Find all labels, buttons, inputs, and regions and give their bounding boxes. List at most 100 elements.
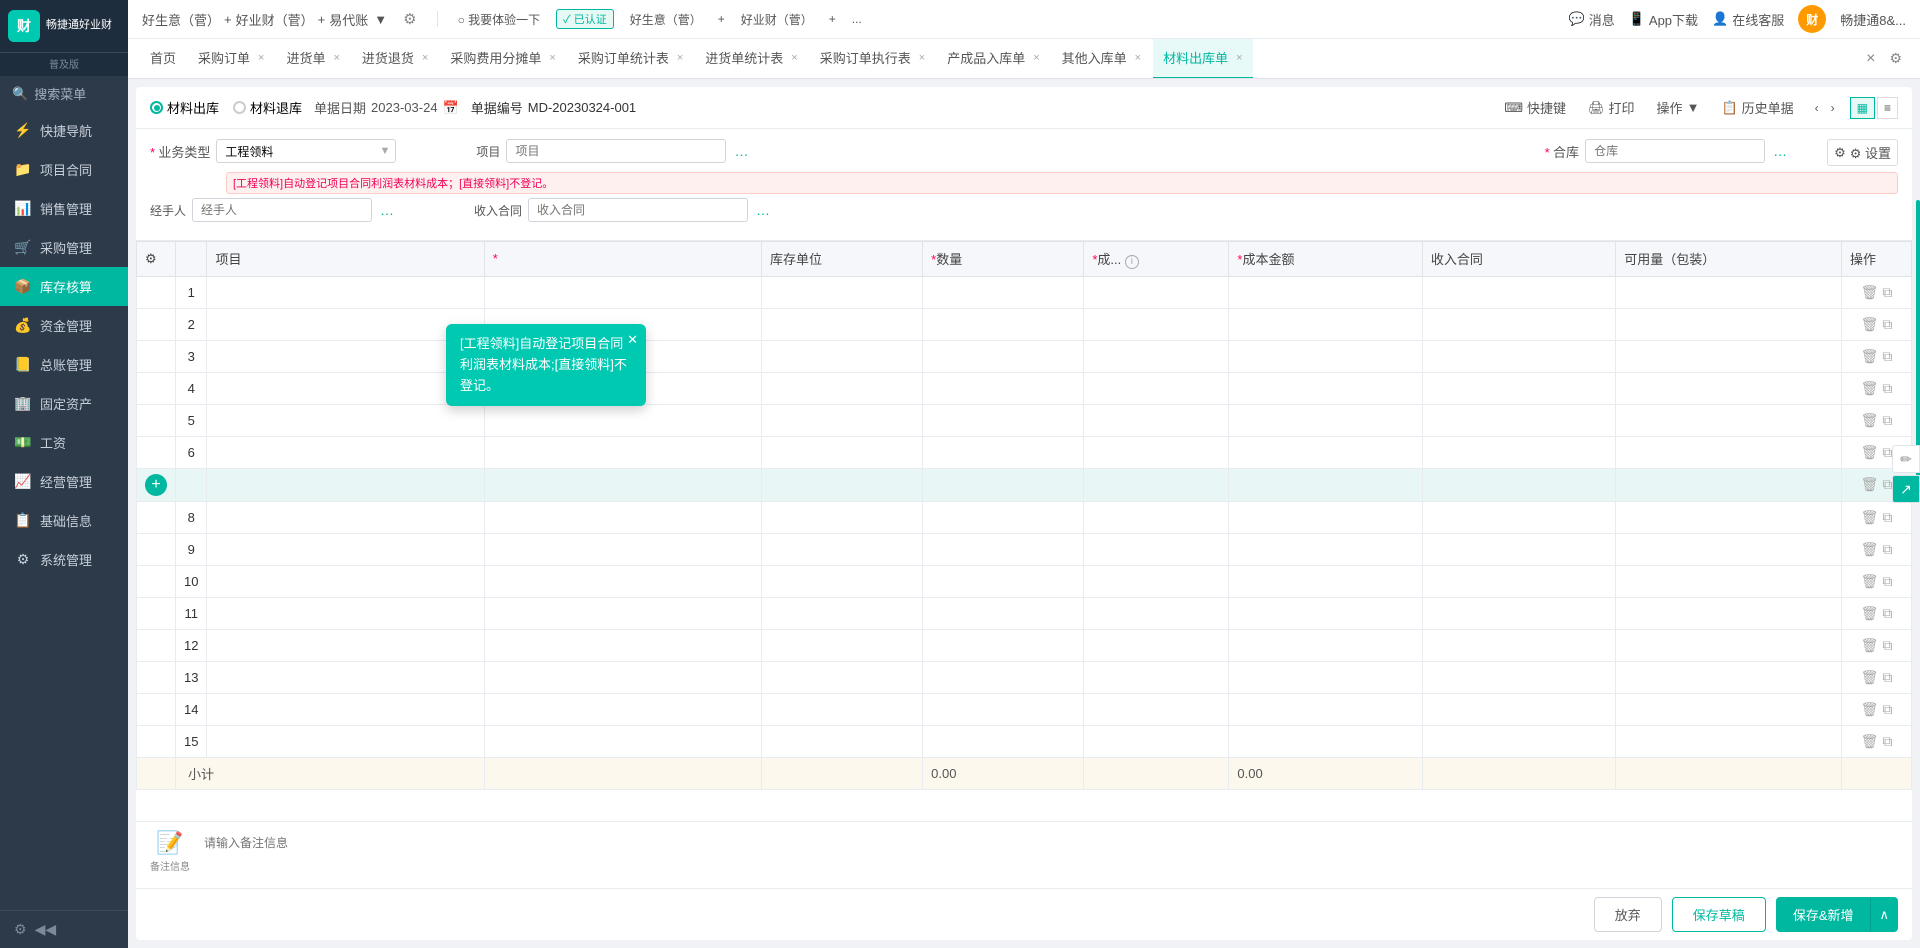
tab-close[interactable]: × <box>677 52 683 64</box>
view-table-btn[interactable]: ▦ <box>1850 97 1875 119</box>
sidebar-item-base-info[interactable]: 📋 基础信息 <box>0 501 128 540</box>
delete-row-btn[interactable]: 🗑 <box>1859 635 1881 656</box>
delete-row-btn[interactable]: 🗑 <box>1859 507 1881 528</box>
close-all-tabs[interactable]: × <box>1860 50 1881 68</box>
warehouse-input[interactable] <box>1585 139 1765 163</box>
tab-close[interactable]: × <box>549 52 555 64</box>
settings-bottom-icon[interactable]: ⚙ <box>14 921 27 938</box>
delete-row-btn[interactable]: 🗑 <box>1859 667 1881 688</box>
delete-row-btn[interactable]: 🗑 <box>1859 346 1881 367</box>
nav-haoyecai[interactable]: 好业财（菅） <box>236 10 314 29</box>
tab-close[interactable]: × <box>422 52 428 64</box>
sidebar-item-sales[interactable]: 📊 销售管理 <box>0 189 128 228</box>
tab-purchase-exec[interactable]: 采购订单执行表× <box>810 39 935 79</box>
tab-purchase-order[interactable]: 采购订单× <box>188 39 274 79</box>
sidebar-item-inventory[interactable]: 📦 库存核算 <box>0 267 128 306</box>
nav-haoshengyi2[interactable]: 好生意（菅） <box>630 11 702 28</box>
sidebar-item-quick-nav[interactable]: ⚡ 快捷导航 <box>0 111 128 150</box>
sidebar-item-system[interactable]: ⚙ 系统管理 <box>0 540 128 579</box>
delete-row-btn[interactable]: 🗑 <box>1859 571 1881 592</box>
delete-row-btn[interactable]: 🗑 <box>1859 442 1881 463</box>
warehouse-dots-icon[interactable]: … <box>1773 143 1787 159</box>
discard-btn[interactable]: 放弃 <box>1594 897 1662 932</box>
copy-row-btn[interactable]: ⧉ <box>1880 410 1894 431</box>
delete-row-btn[interactable]: 🗑 <box>1859 699 1881 720</box>
right-float-edit-btn[interactable]: ✏ <box>1892 445 1920 473</box>
next-btn[interactable]: › <box>1826 98 1840 118</box>
tab-purchase-expense[interactable]: 采购费用分摊单× <box>440 39 565 79</box>
save-new-btn[interactable]: 保存&新增 <box>1776 897 1871 932</box>
radio-material-out[interactable]: 材料出库 <box>150 98 219 117</box>
copy-row-btn[interactable]: ⧉ <box>1880 731 1894 752</box>
row7-project-input[interactable] <box>215 478 475 492</box>
delete-row-btn[interactable]: 🗑 <box>1859 410 1881 431</box>
tab-close[interactable]: × <box>333 52 339 64</box>
tooltip-close-btn[interactable]: ✕ <box>627 330 638 351</box>
radio-material-return[interactable]: 材料退库 <box>233 98 302 117</box>
business-type-input[interactable] <box>216 139 396 163</box>
sidebar-search[interactable]: 🔍 搜索菜单 <box>0 76 128 111</box>
sidebar-item-operations[interactable]: 📈 经营管理 <box>0 462 128 501</box>
tab-settings-icon[interactable]: ⚙ <box>1883 50 1908 67</box>
copy-row-btn[interactable]: ⧉ <box>1880 314 1894 335</box>
sidebar-item-assets[interactable]: 🏢 固定资产 <box>0 384 128 423</box>
copy-row-btn[interactable]: ⧉ <box>1880 539 1894 560</box>
tab-close[interactable]: × <box>258 52 264 64</box>
calendar-icon[interactable]: 📅 <box>443 100 459 116</box>
delete-row-btn[interactable]: 🗑 <box>1859 539 1881 560</box>
tab-close[interactable]: × <box>919 52 925 64</box>
online-service-btn[interactable]: 👤 在线客服 <box>1712 10 1784 29</box>
row7-material-input[interactable] <box>493 478 753 492</box>
tab-in-stat[interactable]: 进货单统计表× <box>695 39 807 79</box>
project-dots-icon[interactable]: … <box>734 143 748 159</box>
nav-haoyecai2[interactable]: 好业财（菅） <box>741 11 813 28</box>
copy-row-btn[interactable]: ⧉ <box>1880 699 1894 720</box>
income-contract-input[interactable] <box>528 198 748 222</box>
copy-row-btn[interactable]: ⧉ <box>1880 667 1894 688</box>
settings-nav-icon[interactable]: ⚙ <box>403 10 416 28</box>
tab-purchase-stat[interactable]: 采购订单统计表× <box>568 39 693 79</box>
cost-info-icon[interactable]: i <box>1125 255 1139 269</box>
tab-material-out[interactable]: 材料出库单 × <box>1153 39 1252 79</box>
copy-row-btn[interactable]: ⧉ <box>1880 346 1894 367</box>
delete-row-btn[interactable]: 🗑 <box>1859 378 1881 399</box>
history-btn[interactable]: 📋 历史单据 <box>1715 95 1799 120</box>
income-contract-dots-icon[interactable]: … <box>756 202 770 218</box>
sidebar-item-project[interactable]: 📁 项目合同 <box>0 150 128 189</box>
nav-more[interactable]: ... <box>852 12 862 26</box>
add-row-btn[interactable]: + <box>145 474 167 496</box>
tab-product-in[interactable]: 产成品入库单× <box>937 39 1049 79</box>
project-input[interactable] <box>506 139 726 163</box>
sidebar-item-ledger[interactable]: 📒 总账管理 <box>0 345 128 384</box>
nav-yidaizhang[interactable]: 易代账 <box>329 10 368 29</box>
delete-row-btn[interactable]: 🗑 <box>1859 474 1881 495</box>
copy-row-btn[interactable]: ⧉ <box>1880 378 1894 399</box>
tab-close[interactable]: × <box>1033 52 1039 64</box>
tab-close[interactable]: × <box>791 52 797 64</box>
view-list-btn[interactable]: ≡ <box>1877 97 1898 119</box>
table-area[interactable]: ⚙ 项目 * 库存单位 *数量 *成... i *成本金额 收入合同 <box>136 241 1912 821</box>
nav-haoshengyi[interactable]: 好生意（菅） <box>142 10 220 29</box>
copy-row-btn[interactable]: ⧉ <box>1880 507 1894 528</box>
ops-btn[interactable]: 操作 ▼ <box>1651 95 1706 120</box>
delete-row-btn[interactable]: 🗑 <box>1859 731 1881 752</box>
copy-row-btn[interactable]: ⧉ <box>1880 635 1894 656</box>
tab-other-in[interactable]: 其他入库单× <box>1052 39 1151 79</box>
tab-material-out-close[interactable]: × <box>1236 52 1242 64</box>
sidebar-item-payroll[interactable]: 💵 工资 <box>0 423 128 462</box>
user-avatar[interactable]: 财 <box>1798 5 1826 33</box>
tab-purchase-return[interactable]: 进货退货× <box>352 39 438 79</box>
sidebar-item-purchase[interactable]: 🛒 采购管理 <box>0 228 128 267</box>
col-settings-header[interactable]: ⚙ <box>137 242 176 277</box>
right-float-expand-btn[interactable]: ↗ <box>1892 475 1920 503</box>
save-draft-btn[interactable]: 保存草稿 <box>1672 897 1766 932</box>
trial-btn[interactable]: ○ 我要体验一下 <box>458 11 541 28</box>
settings-form-btn[interactable]: ⚙ ⚙ 设置 <box>1827 139 1898 166</box>
tab-home[interactable]: 首页 <box>140 39 186 79</box>
date-value[interactable]: 2023-03-24 <box>371 100 438 115</box>
delete-row-btn[interactable]: 🗑 <box>1859 282 1881 303</box>
tab-purchase-in[interactable]: 进货单× <box>276 39 349 79</box>
handler-input[interactable] <box>192 198 372 222</box>
copy-row-btn[interactable]: ⧉ <box>1880 603 1894 624</box>
tab-close[interactable]: × <box>1135 52 1141 64</box>
